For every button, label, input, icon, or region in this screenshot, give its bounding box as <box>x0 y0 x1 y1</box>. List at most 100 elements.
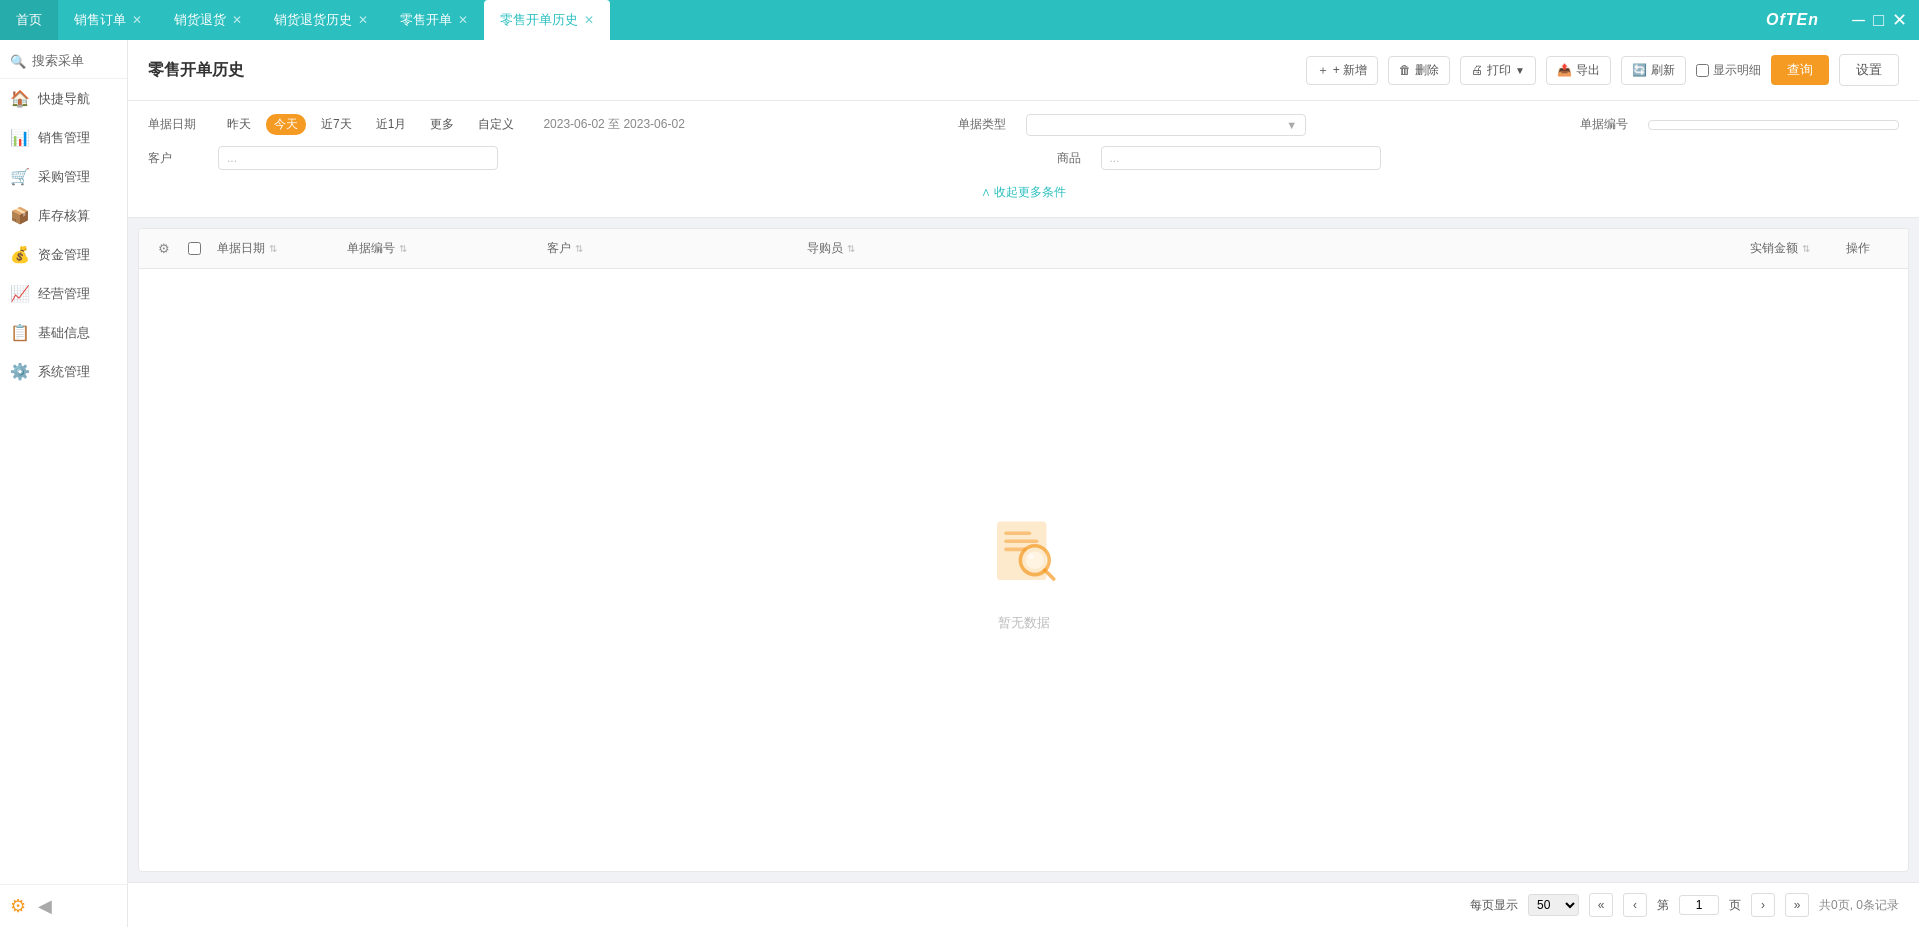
date-btn-custom[interactable]: 自定义 <box>469 113 523 136</box>
sales-mgmt-icon: 📊 <box>10 128 30 147</box>
sidebar-item-operations[interactable]: 📈 经营管理 <box>0 274 127 313</box>
print-button[interactable]: 🖨 打印 ▼ <box>1460 56 1536 85</box>
sidebar-item-sales-mgmt[interactable]: 📊 销售管理 <box>0 118 127 157</box>
settings-button[interactable]: 设置 <box>1839 54 1899 86</box>
brand-logo: OfTEn <box>1766 11 1819 29</box>
date-btn-7days[interactable]: 近7天 <box>312 113 361 136</box>
sidebar-item-quick-nav[interactable]: 🏠 快捷导航 <box>0 79 127 118</box>
empty-icon <box>979 508 1069 598</box>
search-icon: 🔍 <box>10 54 26 69</box>
tab-sales-order-close[interactable]: ✕ <box>132 13 142 27</box>
order-no-label: 单据编号 <box>1580 116 1628 133</box>
sidebar-item-basic-info[interactable]: 📋 基础信息 <box>0 313 127 352</box>
tab-retail-open[interactable]: 零售开单 ✕ <box>384 0 484 40</box>
select-all-input[interactable] <box>188 242 201 255</box>
col-header-guide[interactable]: 导购员 ⇅ <box>799 240 939 257</box>
minimize-btn[interactable]: ─ <box>1852 10 1865 31</box>
sidebar-item-purchase-mgmt[interactable]: 🛒 采购管理 <box>0 157 127 196</box>
col-guide-label: 导购员 <box>807 240 843 257</box>
tab-sales-return-history-label: 销货退货历史 <box>274 11 352 29</box>
sidebar-collapse-icon[interactable]: ◀ <box>38 895 52 917</box>
page-title: 零售开单历史 <box>148 60 244 95</box>
tab-retail-history-close[interactable]: ✕ <box>584 13 594 27</box>
pagination: 每页显示 10 20 50 100 « ‹ 第 页 › » 共0页, 0条记录 <box>128 882 1919 927</box>
table-settings-btn[interactable]: ⚙ <box>149 241 179 256</box>
sidebar: 🔍 搜索采单 🏠 快捷导航 📊 销售管理 🛒 采购管理 📦 库存核算 💰 资金管… <box>0 40 128 927</box>
sidebar-item-inventory[interactable]: 📦 库存核算 <box>0 196 127 235</box>
col-header-date[interactable]: 单据日期 ⇅ <box>209 240 339 257</box>
col-no-label: 单据编号 <box>347 240 395 257</box>
date-btn-1month[interactable]: 近1月 <box>367 113 416 136</box>
table-select-all[interactable] <box>179 242 209 255</box>
show-detail-checkbox[interactable]: 显示明细 <box>1696 62 1761 79</box>
date-btn-more[interactable]: 更多 <box>421 113 463 136</box>
tab-sales-return-close[interactable]: ✕ <box>232 13 242 27</box>
delete-button[interactable]: 🗑 删除 <box>1388 56 1450 85</box>
customer-filter-input[interactable]: ... <box>218 146 498 170</box>
sidebar-settings-icon[interactable]: ⚙ <box>10 895 26 917</box>
per-page-label: 每页显示 <box>1470 897 1518 914</box>
sidebar-item-purchase-mgmt-label: 采购管理 <box>38 168 90 186</box>
add-button[interactable]: ＋ + 新增 <box>1306 56 1378 85</box>
table-container: ⚙ 单据日期 ⇅ 单据编号 ⇅ 客户 ⇅ <box>138 228 1909 872</box>
tab-home[interactable]: 首页 <box>0 0 58 40</box>
col-header-amount[interactable]: 实销金额 ⇅ <box>939 240 1818 257</box>
export-button[interactable]: 📤 导出 <box>1546 56 1611 85</box>
type-filter-label: 单据类型 <box>958 116 1006 133</box>
sidebar-footer: ⚙ ◀ <box>0 884 127 927</box>
date-range-display: 2023-06-02 至 2023-06-02 <box>543 116 684 133</box>
sidebar-item-inventory-label: 库存核算 <box>38 207 90 225</box>
col-guide-sort: ⇅ <box>847 243 855 254</box>
col-no-sort: ⇅ <box>399 243 407 254</box>
col-header-action: 操作 <box>1818 240 1898 257</box>
sidebar-item-basic-info-label: 基础信息 <box>38 324 90 342</box>
last-page-btn[interactable]: » <box>1785 893 1809 917</box>
collapse-btn[interactable]: ∧ 收起更多条件 <box>148 180 1899 205</box>
window-controls: ─ □ ✕ <box>1852 9 1919 31</box>
sidebar-item-sales-mgmt-label: 销售管理 <box>38 129 90 147</box>
svg-rect-1 <box>1004 531 1031 535</box>
top-nav: 首页 销售订单 ✕ 销货退货 ✕ 销货退货历史 ✕ 零售开单 ✕ 零售开单历史 … <box>0 0 1919 40</box>
maximize-btn[interactable]: □ <box>1873 10 1884 31</box>
sidebar-item-finance[interactable]: 💰 资金管理 <box>0 235 127 274</box>
empty-state: 暂无数据 <box>139 269 1908 871</box>
col-header-no[interactable]: 单据编号 ⇅ <box>339 240 539 257</box>
date-btn-today[interactable]: 今天 <box>266 114 306 135</box>
date-btn-yesterday[interactable]: 昨天 <box>218 113 260 136</box>
query-button[interactable]: 查询 <box>1771 55 1829 85</box>
type-filter-select[interactable]: ▼ <box>1026 114 1306 136</box>
tab-retail-history[interactable]: 零售开单历史 ✕ <box>484 0 610 40</box>
show-detail-input[interactable] <box>1696 64 1709 77</box>
close-window-btn[interactable]: ✕ <box>1892 9 1907 31</box>
next-page-btn[interactable]: › <box>1751 893 1775 917</box>
sidebar-item-quick-nav-label: 快捷导航 <box>38 90 90 108</box>
tab-sales-return-history-close[interactable]: ✕ <box>358 13 368 27</box>
first-page-btn[interactable]: « <box>1589 893 1613 917</box>
sidebar-search[interactable]: 🔍 搜索采单 <box>0 40 127 79</box>
tab-sales-return-history[interactable]: 销货退货历史 ✕ <box>258 0 384 40</box>
basic-info-icon: 📋 <box>10 323 30 342</box>
per-page-select[interactable]: 10 20 50 100 <box>1528 894 1579 916</box>
content-area: 零售开单历史 ＋ + 新增 🗑 删除 🖨 打印 ▼ 📤 导出 <box>128 40 1919 927</box>
filter-row-2: 客户 ... 商品 ... <box>148 146 1899 170</box>
prev-page-btn[interactable]: ‹ <box>1623 893 1647 917</box>
refresh-button[interactable]: 🔄 刷新 <box>1621 56 1686 85</box>
goods-dots: ... <box>1110 151 1120 165</box>
date-btn-group: 昨天 今天 近7天 近1月 更多 自定义 <box>218 113 523 136</box>
tab-sales-return[interactable]: 销货退货 ✕ <box>158 0 258 40</box>
goods-filter-input[interactable]: ... <box>1101 146 1381 170</box>
tab-bar: 首页 销售订单 ✕ 销货退货 ✕ 销货退货历史 ✕ 零售开单 ✕ 零售开单历史 … <box>0 0 1852 40</box>
tab-retail-open-close[interactable]: ✕ <box>458 13 468 27</box>
tab-home-label: 首页 <box>16 11 42 29</box>
sidebar-item-operations-label: 经营管理 <box>38 285 90 303</box>
svg-point-7 <box>1028 554 1033 559</box>
tab-sales-order[interactable]: 销售订单 ✕ <box>58 0 158 40</box>
col-header-customer[interactable]: 客户 ⇅ <box>539 240 799 257</box>
date-filter-label: 单据日期 <box>148 116 198 133</box>
sidebar-item-sys-mgmt[interactable]: ⚙️ 系统管理 <box>0 352 127 391</box>
order-no-input[interactable] <box>1648 120 1899 130</box>
table-wrapper: ⚙ 单据日期 ⇅ 单据编号 ⇅ 客户 ⇅ <box>128 218 1919 927</box>
collapse-label: ∧ 收起更多条件 <box>981 184 1066 201</box>
page-number-input[interactable] <box>1679 895 1719 915</box>
col-action-label: 操作 <box>1846 240 1870 257</box>
